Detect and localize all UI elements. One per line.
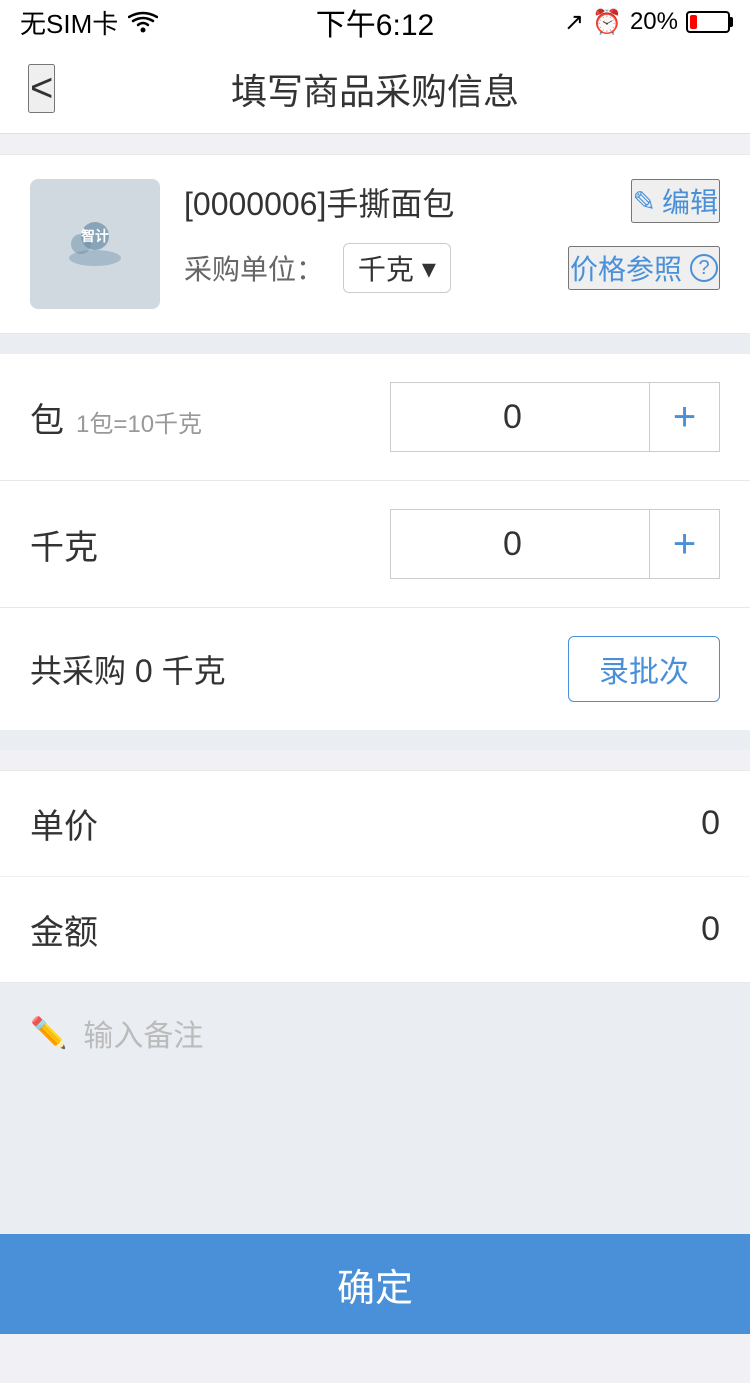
product-card: 智计 [0000006]手撕面包 ✎ 编辑 采购单位： 千克 ▾ xyxy=(0,154,750,334)
edit-icon: ✎ xyxy=(633,185,656,218)
battery-indicator xyxy=(686,11,730,33)
package-input-right: + xyxy=(390,382,720,452)
kg-label: 千克 xyxy=(30,520,98,569)
divider-top xyxy=(0,334,750,354)
product-header: [0000006]手撕面包 ✎ 编辑 xyxy=(184,179,720,225)
product-name: [0000006]手撕面包 xyxy=(184,179,454,225)
product-image-placeholder: 智计 xyxy=(30,179,160,309)
unit-price-value: 0 xyxy=(701,804,720,843)
product-image: 智计 xyxy=(30,179,160,309)
status-bar-right: ↗ ⏰ 20% xyxy=(564,8,730,37)
wifi-icon xyxy=(128,11,158,33)
summary-text: 共采购 0 千克 xyxy=(30,646,226,692)
chevron-down-icon: ▾ xyxy=(422,252,436,285)
pencil-icon: ✏️ xyxy=(30,1016,67,1051)
alarm-icon: ⏰ xyxy=(592,8,622,37)
amount-row: 金额 0 xyxy=(0,877,750,982)
amount-value: 0 xyxy=(701,910,720,949)
kg-label-text: 千克 xyxy=(30,520,98,569)
page-content: 智计 [0000006]手撕面包 ✎ 编辑 采购单位： 千克 ▾ xyxy=(0,154,750,1383)
unit-value: 千克 xyxy=(358,248,414,288)
price-ref-label: 价格参照 xyxy=(570,248,682,288)
unit-price-label: 单价 xyxy=(30,799,98,848)
info-icon: ? xyxy=(690,254,718,282)
edit-label: 编辑 xyxy=(662,181,718,221)
status-bar-left: 无SIM卡 xyxy=(20,4,158,41)
unit-price-row: 单价 0 xyxy=(0,771,750,877)
edit-button[interactable]: ✎ 编辑 xyxy=(631,179,720,223)
price-section: 单价 0 金额 0 xyxy=(0,770,750,983)
confirm-button[interactable]: 确定 xyxy=(0,1234,750,1334)
confirm-label: 确定 xyxy=(337,1257,413,1312)
nav-bar: < 填写商品采购信息 xyxy=(0,44,750,134)
kg-input-row: 千克 + xyxy=(0,481,750,608)
carrier-label: 无SIM卡 xyxy=(20,4,118,41)
product-info: [0000006]手撕面包 ✎ 编辑 采购单位： 千克 ▾ 价格参照 ? xyxy=(184,179,720,293)
package-label-text: 包 xyxy=(30,393,64,442)
unit-section: 采购单位： 千克 ▾ xyxy=(184,243,451,293)
kg-quantity-input[interactable] xyxy=(390,509,650,579)
input-section: 包 1包=10千克 + 千克 + xyxy=(0,354,750,608)
package-input-row: 包 1包=10千克 + xyxy=(0,354,750,481)
svg-text:智计: 智计 xyxy=(80,228,109,244)
remark-placeholder: 输入备注 xyxy=(83,1011,203,1055)
package-label: 包 1包=10千克 xyxy=(30,393,202,442)
divider-middle xyxy=(0,730,750,750)
back-button[interactable]: < xyxy=(28,64,55,113)
location-icon: ↗ xyxy=(564,8,584,37)
remark-section[interactable]: ✏️ 输入备注 xyxy=(0,983,750,1083)
summary-row: 共采购 0 千克 录批次 xyxy=(0,608,750,730)
battery-percent: 20% xyxy=(630,8,678,36)
product-unit-row: 采购单位： 千克 ▾ 价格参照 ? xyxy=(184,243,720,293)
page-title: 填写商品采购信息 xyxy=(231,63,519,115)
package-quantity-input[interactable] xyxy=(390,382,650,452)
amount-label: 金额 xyxy=(30,905,98,954)
status-bar-time: 下午6:12 xyxy=(316,0,434,44)
kg-input-right: + xyxy=(390,509,720,579)
batch-button[interactable]: 录批次 xyxy=(568,636,720,702)
status-bar: 无SIM卡 下午6:12 ↗ ⏰ 20% xyxy=(0,0,750,44)
package-plus-button[interactable]: + xyxy=(650,382,720,452)
kg-plus-button[interactable]: + xyxy=(650,509,720,579)
package-sub-label: 1包=10千克 xyxy=(76,404,202,439)
unit-select-button[interactable]: 千克 ▾ xyxy=(343,243,451,293)
unit-label: 采购单位： xyxy=(184,254,324,285)
price-ref-button[interactable]: 价格参照 ? xyxy=(568,246,720,290)
